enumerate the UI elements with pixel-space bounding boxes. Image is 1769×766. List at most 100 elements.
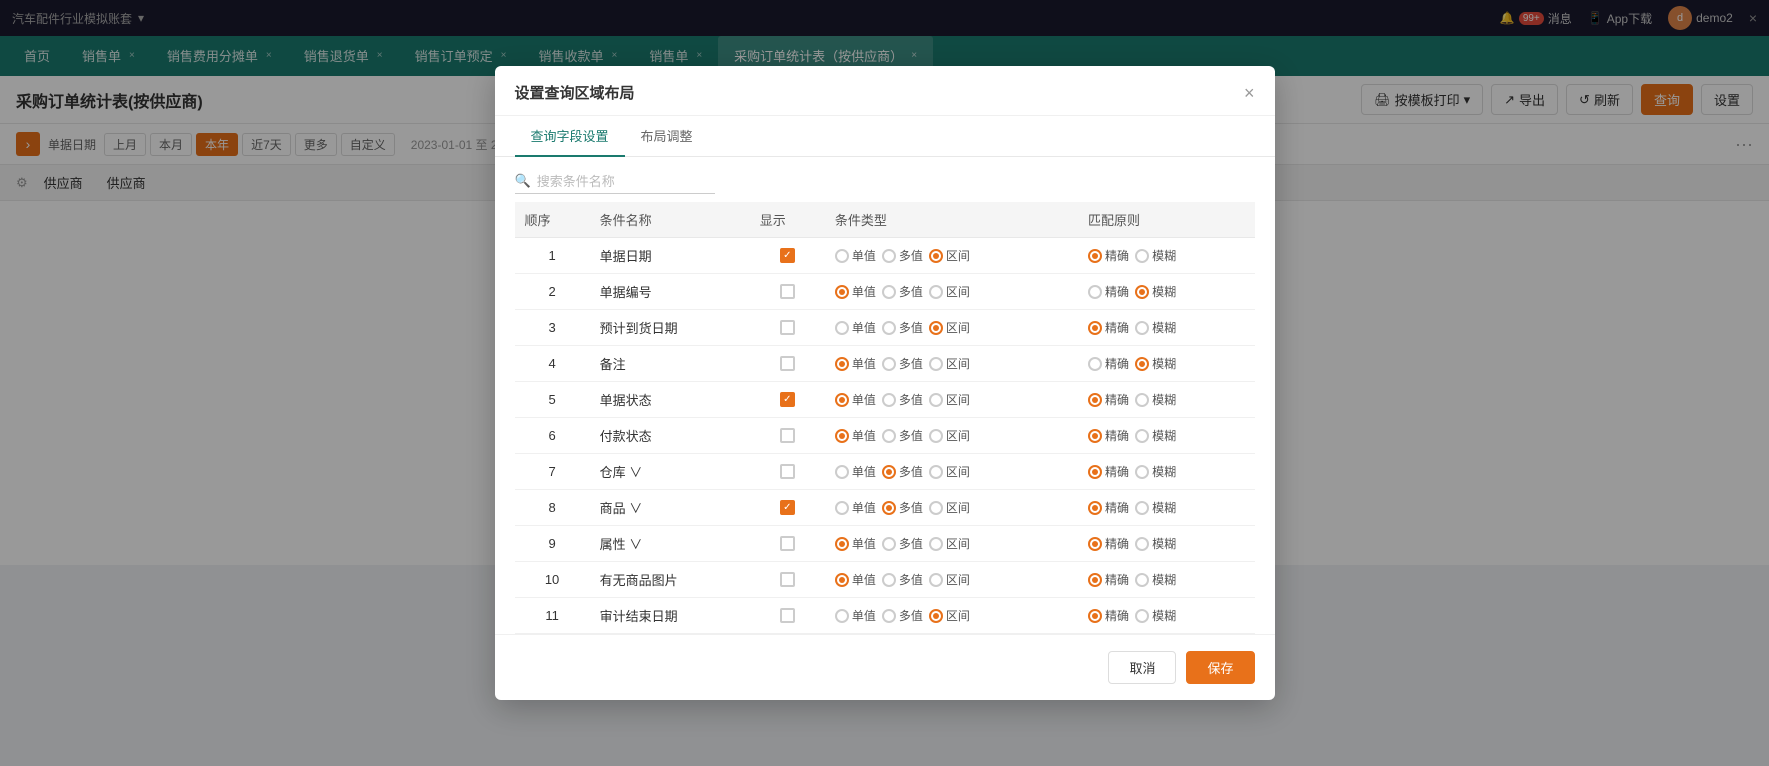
radio-type-区间-1[interactable]: 区间 [929, 247, 970, 264]
radio-type-区间-8[interactable]: 区间 [929, 499, 970, 516]
dialog-close-button[interactable]: × [1244, 84, 1255, 102]
checkbox-show-2[interactable] [780, 284, 795, 299]
radio-type-单值-8[interactable]: 单值 [835, 499, 876, 516]
radio-type-区间-6[interactable]: 区间 [929, 427, 970, 444]
save-button[interactable]: 保存 [1186, 651, 1254, 684]
radio-type-单值-3[interactable]: 单值 [835, 319, 876, 336]
cancel-button[interactable]: 取消 [1108, 651, 1176, 684]
table-row: 2单据编号单值多值区间精确模糊 [515, 274, 1255, 310]
radio-match-模糊-2[interactable]: 模糊 [1135, 283, 1176, 300]
radio-type-区间-10[interactable]: 区间 [929, 571, 970, 588]
td-order-5: 5 [515, 382, 590, 418]
radio-match-模糊-3[interactable]: 模糊 [1135, 319, 1176, 336]
td-order-6: 6 [515, 418, 590, 454]
dialog-table-wrap: 顺序 条件名称 显示 条件类型 匹配原则 1单据日期单值多值区间精确模糊2单据编… [495, 202, 1275, 634]
checkbox-show-4[interactable] [780, 356, 795, 371]
radio-match-精确-7[interactable]: 精确 [1088, 463, 1129, 480]
radio-type-单值-1[interactable]: 单值 [835, 247, 876, 264]
radio-match-精确-5[interactable]: 精确 [1088, 391, 1129, 408]
checkbox-show-10[interactable] [780, 572, 795, 587]
radio-match-模糊-11[interactable]: 模糊 [1135, 607, 1176, 624]
radio-type-多值-3[interactable]: 多值 [882, 319, 923, 336]
td-name-9: 属性 ∨ [590, 526, 750, 562]
dialog-tab-query-fields[interactable]: 查询字段设置 [515, 116, 625, 157]
radio-match-精确-10[interactable]: 精确 [1088, 571, 1129, 588]
radio-match-模糊-1[interactable]: 模糊 [1135, 247, 1176, 264]
td-show-7 [750, 454, 825, 490]
td-type-2: 单值多值区间 [825, 274, 1078, 310]
conditions-table: 顺序 条件名称 显示 条件类型 匹配原则 1单据日期单值多值区间精确模糊2单据编… [515, 202, 1255, 634]
radio-match-模糊-8[interactable]: 模糊 [1135, 499, 1176, 516]
radio-type-区间-9[interactable]: 区间 [929, 535, 970, 552]
radio-match-模糊-10[interactable]: 模糊 [1135, 571, 1176, 588]
td-match-5: 精确模糊 [1078, 382, 1254, 418]
radio-type-多值-1[interactable]: 多值 [882, 247, 923, 264]
checkbox-show-1[interactable] [780, 248, 795, 263]
radio-match-模糊-6[interactable]: 模糊 [1135, 427, 1176, 444]
radio-type-单值-4[interactable]: 单值 [835, 355, 876, 372]
checkbox-show-5[interactable] [780, 392, 795, 407]
dialog-tabs: 查询字段设置 布局调整 [495, 116, 1275, 157]
radio-type-单值-7[interactable]: 单值 [835, 463, 876, 480]
radio-type-区间-4[interactable]: 区间 [929, 355, 970, 372]
td-type-4: 单值多值区间 [825, 346, 1078, 382]
radio-type-多值-11[interactable]: 多值 [882, 607, 923, 624]
td-name-10: 有无商品图片 [590, 562, 750, 598]
radio-match-精确-4[interactable]: 精确 [1088, 355, 1129, 372]
radio-type-单值-11[interactable]: 单值 [835, 607, 876, 624]
radio-type-区间-2[interactable]: 区间 [929, 283, 970, 300]
radio-type-单值-2[interactable]: 单值 [835, 283, 876, 300]
radio-type-多值-6[interactable]: 多值 [882, 427, 923, 444]
checkbox-show-7[interactable] [780, 464, 795, 479]
radio-type-多值-2[interactable]: 多值 [882, 283, 923, 300]
radio-match-精确-2[interactable]: 精确 [1088, 283, 1129, 300]
radio-match-精确-3[interactable]: 精确 [1088, 319, 1129, 336]
radio-type-多值-5[interactable]: 多值 [882, 391, 923, 408]
radio-type-单值-5[interactable]: 单值 [835, 391, 876, 408]
dialog-tab-layout[interactable]: 布局调整 [625, 116, 709, 157]
th-name: 条件名称 [590, 202, 750, 238]
radio-type-区间-7[interactable]: 区间 [929, 463, 970, 480]
radio-match-精确-1[interactable]: 精确 [1088, 247, 1129, 264]
td-name-2: 单据编号 [590, 274, 750, 310]
radio-type-多值-4[interactable]: 多值 [882, 355, 923, 372]
radio-type-区间-11[interactable]: 区间 [929, 607, 970, 624]
radio-match-模糊-4[interactable]: 模糊 [1135, 355, 1176, 372]
td-show-5 [750, 382, 825, 418]
radio-match-精确-9[interactable]: 精确 [1088, 535, 1129, 552]
radio-type-多值-7[interactable]: 多值 [882, 463, 923, 480]
radio-type-多值-9[interactable]: 多值 [882, 535, 923, 552]
radio-type-单值-9[interactable]: 单值 [835, 535, 876, 552]
checkbox-show-8[interactable] [780, 500, 795, 515]
radio-type-单值-10[interactable]: 单值 [835, 571, 876, 588]
checkbox-show-11[interactable] [780, 608, 795, 623]
radio-match-模糊-5[interactable]: 模糊 [1135, 391, 1176, 408]
radio-match-模糊-9[interactable]: 模糊 [1135, 535, 1176, 552]
checkbox-show-3[interactable] [780, 320, 795, 335]
radio-match-精确-11[interactable]: 精确 [1088, 607, 1129, 624]
checkbox-show-6[interactable] [780, 428, 795, 443]
search-wrapper: 🔍 [515, 169, 715, 194]
td-name-11: 审计结束日期 [590, 598, 750, 634]
radio-match-精确-8[interactable]: 精确 [1088, 499, 1129, 516]
radio-type-区间-5[interactable]: 区间 [929, 391, 970, 408]
td-order-3: 3 [515, 310, 590, 346]
radio-match-模糊-7[interactable]: 模糊 [1135, 463, 1176, 480]
table-row: 3预计到货日期单值多值区间精确模糊 [515, 310, 1255, 346]
td-name-5: 单据状态 [590, 382, 750, 418]
search-input[interactable] [537, 174, 715, 189]
modal-overlay: 设置查询区域布局 × 查询字段设置 布局调整 🔍 顺序 条件名称 显示 [0, 0, 1769, 766]
td-match-8: 精确模糊 [1078, 490, 1254, 526]
radio-type-多值-10[interactable]: 多值 [882, 571, 923, 588]
td-type-1: 单值多值区间 [825, 238, 1078, 274]
radio-type-多值-8[interactable]: 多值 [882, 499, 923, 516]
checkbox-show-9[interactable] [780, 536, 795, 551]
radio-type-单值-6[interactable]: 单值 [835, 427, 876, 444]
dialog-search-area: 🔍 [495, 157, 1275, 202]
td-match-1: 精确模糊 [1078, 238, 1254, 274]
radio-type-区间-3[interactable]: 区间 [929, 319, 970, 336]
td-match-6: 精确模糊 [1078, 418, 1254, 454]
radio-match-精确-6[interactable]: 精确 [1088, 427, 1129, 444]
td-order-4: 4 [515, 346, 590, 382]
td-show-3 [750, 310, 825, 346]
